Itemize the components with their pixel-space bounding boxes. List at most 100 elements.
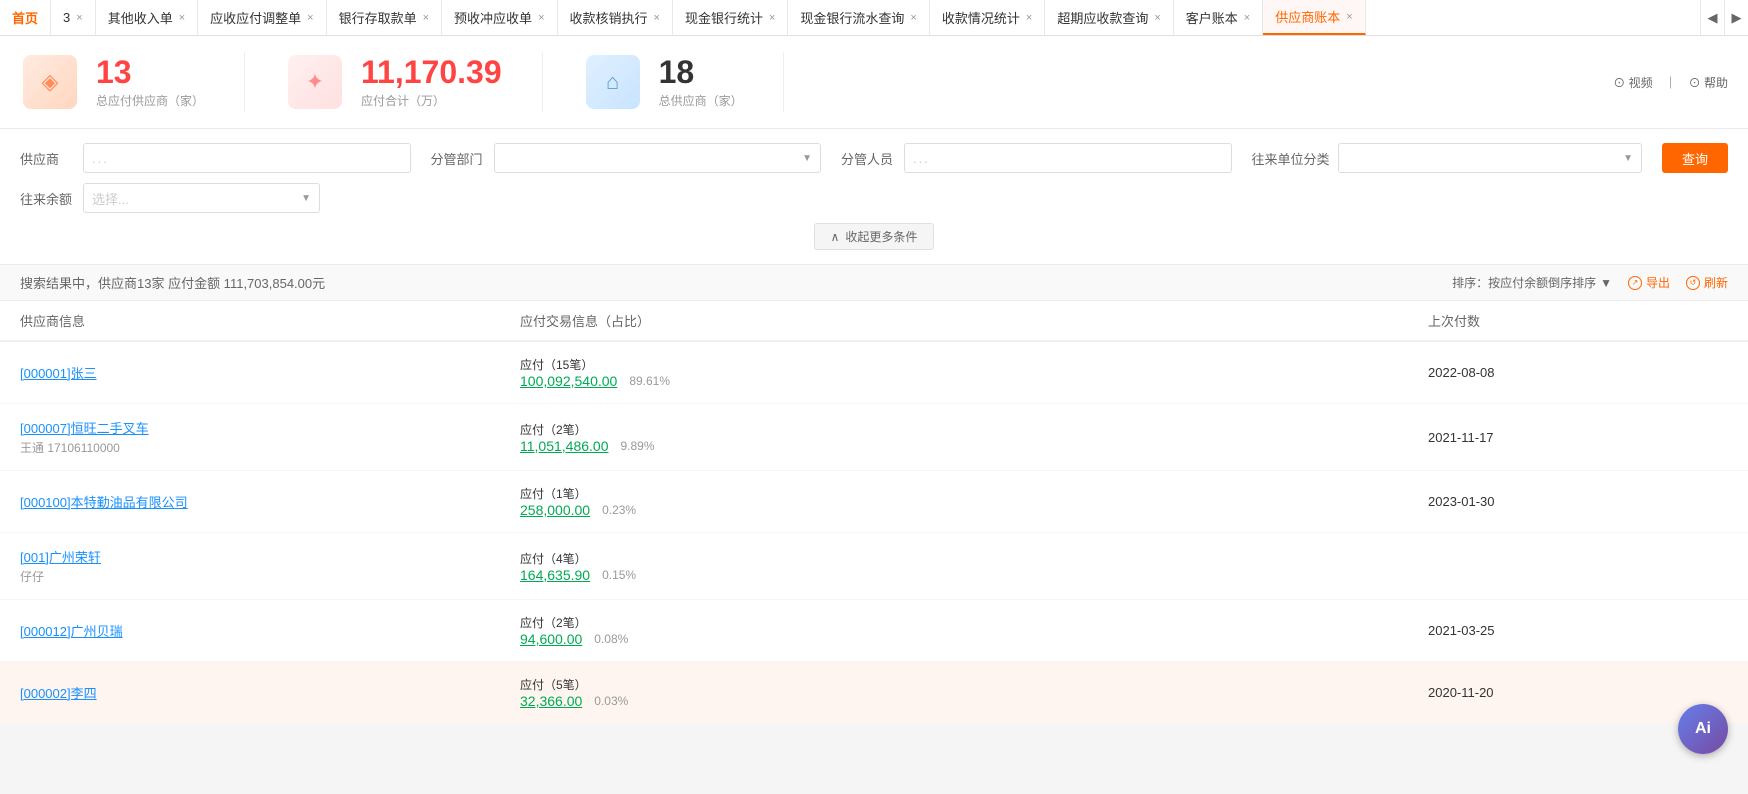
supplier-name-6[interactable]: [000002]李四 [20,683,520,702]
supplier-info-2: [000007]恒旺二手叉车 王通 17106110000 [20,418,520,456]
last-pay-1: 2022-08-08 [1428,365,1728,380]
balance-label: 往来余额 [20,189,75,208]
sort-arrow: ▼ [1600,276,1612,290]
nav-tab-other-income[interactable]: 其他收入单 × [96,0,198,35]
nav-tab-cash-bank-flow[interactable]: 现金银行流水查询 × [788,0,929,35]
table-row: [001]广州荣轩 仔仔 应付（4笔） 164,635.90 0.15% [0,533,1748,600]
overdue-query-label: 超期应收款查询 [1057,8,1148,27]
export-button[interactable]: ↗ 导出 [1628,274,1670,291]
tx-amount-row-4: 164,635.90 0.15% [520,567,1428,583]
supplier-name-1[interactable]: [000001]张三 [20,363,520,382]
tx-label-2: 应付（2笔） [520,421,587,438]
supplier-name-4[interactable]: [001]广州荣轩 [20,547,520,566]
stat-label-2: 应付合计（万） [361,92,502,109]
nav-tab-cash-bank-stat[interactable]: 现金银行统计 × [673,0,788,35]
balance-input[interactable]: 选择... ▼ [83,183,320,213]
header-help: ⊙ 视频 ｜ ⊙ 帮助 [1613,74,1728,91]
person-label: 分管人员 [841,149,896,168]
tx-percent-6: 0.03% [594,694,628,708]
tx-amount-4[interactable]: 164,635.90 [520,567,590,583]
nav-tab-ap-adjust[interactable]: 应收应付调整单 × [198,0,326,35]
results-bar: 搜索结果中，供应商13家 应付金额 111,703,854.00元 排序：按应付… [0,265,1748,301]
sort-label: 排序：按应付余额倒序排序 [1452,274,1596,291]
help-btn[interactable]: ⊙ 帮助 [1689,74,1728,91]
tx-label-1: 应付（15笔） [520,356,593,373]
supplier-account-label: 供应商账本 [1275,7,1340,26]
nav-tab-prepay-collect[interactable]: 预收冲应收单 × [442,0,557,35]
stat-icon-3: ⌂ [583,52,643,112]
tab3-close[interactable]: × [76,12,82,24]
table-row: [000001]张三 应付（15笔） 100,092,540.00 89.61%… [0,342,1748,404]
stat-icon-1: ◈ [20,52,80,112]
nav-tab-customer-account[interactable]: 客户账本 × [1174,0,1263,35]
prepay-collect-label: 预收冲应收单 [454,8,532,27]
tx-row-2: 应付（2笔） [520,421,1428,438]
bank-deposit-close[interactable]: × [423,12,429,24]
tx-amount-1[interactable]: 100,092,540.00 [520,373,617,389]
tx-label-6: 应付（5笔） [520,676,587,693]
collect-verify-close[interactable]: × [654,12,660,24]
supplier-name-5[interactable]: [000012]广州贝瑞 [20,621,520,640]
nav-next-btn[interactable]: ▶ [1724,0,1748,36]
query-button[interactable]: 查询 [1662,143,1728,173]
tx-amount-row-2: 11,051,486.00 9.89% [520,438,1428,454]
stat-text-3: 18 总供应商（家） [659,56,743,109]
video-btn[interactable]: ⊙ 视频 [1613,74,1652,91]
tx-amount-row-6: 32,366.00 0.03% [520,693,1428,709]
nav-arrows: ◀ ▶ [1700,0,1748,36]
stat-label-3: 总供应商（家） [659,92,743,109]
customer-account-close[interactable]: × [1244,12,1250,24]
cash-bank-stat-close[interactable]: × [769,12,775,24]
tx-amount-row-1: 100,092,540.00 89.61% [520,373,1428,389]
export-label: 导出 [1646,274,1670,291]
nav-tab-overdue-query[interactable]: 超期应收款查询 × [1045,0,1173,35]
nav-tab-home[interactable]: 首页 [0,0,51,35]
supplier-info-6: [000002]李四 [20,683,520,702]
tx-amount-5[interactable]: 94,600.00 [520,631,582,647]
category-input[interactable]: ▼ [1338,143,1642,173]
refresh-icon: ↺ [1686,276,1700,290]
nav-tab-3[interactable]: 3 × [51,0,96,35]
tx-percent-5: 0.08% [594,632,628,646]
stat-block-3: ⌂ 18 总供应商（家） [583,52,784,112]
tx-percent-3: 0.23% [602,503,636,517]
person-input[interactable]: ... [904,143,1232,173]
supplier-placeholder: ... [92,151,109,166]
supplier-account-close[interactable]: × [1346,11,1352,23]
ap-adjust-close[interactable]: × [307,12,313,24]
balance-placeholder: 选择... [92,189,129,208]
tx-amount-2[interactable]: 11,051,486.00 [520,438,609,454]
header-stats: ◈ 13 总应付供应商（家） ✦ 11,170.39 应付合计（万） ⌂ 18 … [0,36,1748,129]
nav-tab-bank-deposit[interactable]: 银行存取款单 × [327,0,442,35]
supplier-input[interactable]: ... [83,143,411,173]
refresh-button[interactable]: ↺ 刷新 [1686,274,1728,291]
nav-prev-btn[interactable]: ◀ [1700,0,1724,36]
collect-stat-close[interactable]: × [1026,12,1032,24]
prepay-collect-close[interactable]: × [538,12,544,24]
sort-select[interactable]: 排序：按应付余额倒序排序 ▼ [1452,274,1612,291]
person-placeholder: ... [913,151,930,166]
cash-bank-flow-close[interactable]: × [910,12,916,24]
table-row: [000002]李四 应付（5笔） 32,366.00 0.03% 2020-1… [0,662,1748,724]
tx-amount-row-3: 258,000.00 0.23% [520,502,1428,518]
overdue-query-close[interactable]: × [1154,12,1160,24]
ai-button[interactable]: Ai [1678,704,1728,754]
filter-row-2: 往来余额 选择... ▼ [20,183,1728,213]
tx-row-6: 应付（5笔） [520,676,1428,693]
help-icon: ⊙ [1689,76,1701,90]
nav-tab-collect-stat[interactable]: 收款情况统计 × [930,0,1045,35]
tx-amount-6[interactable]: 32,366.00 [520,693,582,709]
tx-amount-3[interactable]: 258,000.00 [520,502,590,518]
nav-tab-supplier-account[interactable]: 供应商账本 × [1263,0,1365,35]
collapse-button[interactable]: ∧ 收起更多条件 [814,223,935,250]
dept-input[interactable]: ▼ [494,143,822,173]
tx-info-3: 应付（1笔） 258,000.00 0.23% [520,485,1428,518]
category-label: 往来单位分类 [1252,149,1330,168]
supplier-name-3[interactable]: [000100]本特勤油品有限公司 [20,492,520,511]
table-row: [000100]本特勤油品有限公司 应付（1笔） 258,000.00 0.23… [0,471,1748,533]
nav-tab-collect-verify[interactable]: 收款核销执行 × [558,0,673,35]
tx-label-3: 应付（1笔） [520,485,587,502]
other-income-close[interactable]: × [179,12,185,24]
supplier-name-2[interactable]: [000007]恒旺二手叉车 [20,418,520,437]
refresh-label: 刷新 [1704,274,1728,291]
